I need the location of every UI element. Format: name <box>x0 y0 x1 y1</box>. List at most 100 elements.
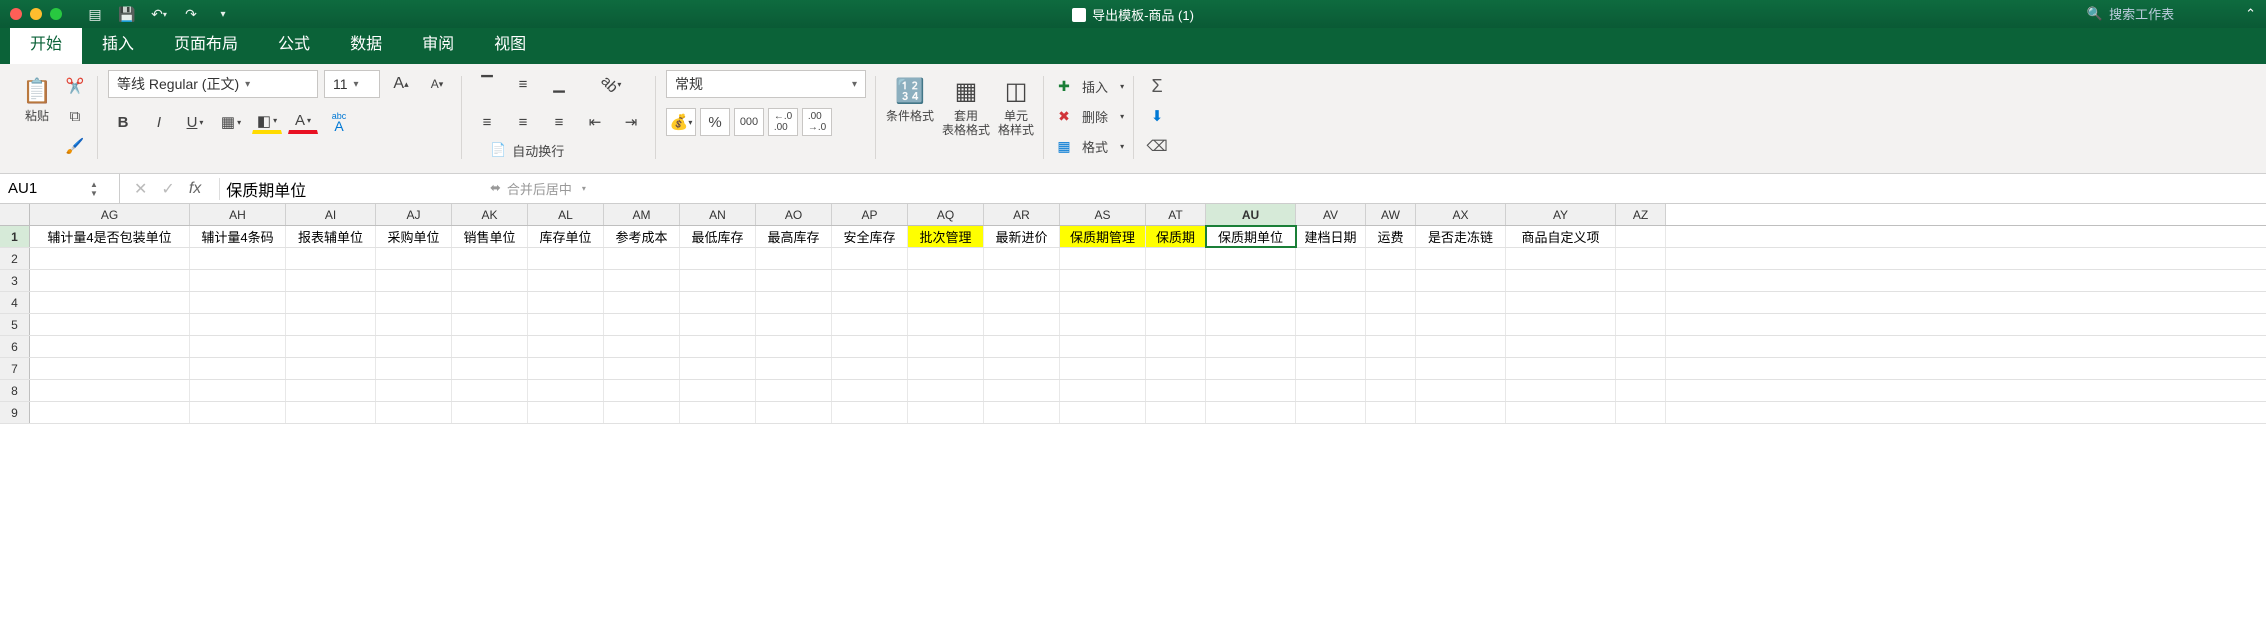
orientation-button[interactable]: ab▾ <box>596 70 626 98</box>
save-icon[interactable]: 💾 <box>118 5 136 23</box>
bold-button[interactable]: B <box>108 108 138 136</box>
cell[interactable]: 最低库存 <box>680 226 756 247</box>
cell[interactable] <box>832 358 908 379</box>
autosum-button[interactable]: Σ <box>1144 74 1170 98</box>
cell[interactable] <box>908 402 984 423</box>
cell[interactable] <box>832 402 908 423</box>
column-header[interactable]: AV <box>1296 204 1366 225</box>
wrap-text-button[interactable]: 📄 自动换行 <box>482 136 572 164</box>
cell[interactable] <box>680 380 756 401</box>
cell[interactable] <box>604 402 680 423</box>
cell[interactable] <box>286 380 376 401</box>
cell[interactable] <box>1416 314 1506 335</box>
comma-format-button[interactable]: 000 <box>734 108 764 136</box>
cell[interactable] <box>1416 358 1506 379</box>
tab-page-layout[interactable]: 页面布局 <box>154 22 258 64</box>
cell[interactable] <box>1206 358 1296 379</box>
cell[interactable]: 最新进价 <box>984 226 1060 247</box>
cell[interactable] <box>1060 248 1146 269</box>
cell[interactable]: 最高库存 <box>756 226 832 247</box>
cell[interactable] <box>832 314 908 335</box>
cell[interactable] <box>30 270 190 291</box>
cell[interactable] <box>452 248 528 269</box>
cell[interactable] <box>190 358 286 379</box>
cell[interactable] <box>528 380 604 401</box>
italic-button[interactable]: I <box>144 108 174 136</box>
fill-button[interactable]: ⬇ <box>1144 104 1170 128</box>
cell[interactable] <box>1416 380 1506 401</box>
undo-icon[interactable]: ↶▾ <box>150 5 168 23</box>
row-header[interactable]: 9 <box>0 402 30 423</box>
cell[interactable] <box>680 314 756 335</box>
cell[interactable] <box>756 292 832 313</box>
select-all-corner[interactable] <box>0 204 30 225</box>
cell[interactable] <box>1366 292 1416 313</box>
cell[interactable] <box>190 336 286 357</box>
cut-button[interactable]: ✂️ <box>62 74 88 98</box>
cell[interactable] <box>376 336 452 357</box>
autosave-icon[interactable]: ▤ <box>86 5 104 23</box>
delete-cells-button[interactable]: ✖ 删除 ▾ <box>1054 104 1124 128</box>
cell[interactable]: 是否走冻链 <box>1416 226 1506 247</box>
cell[interactable] <box>1416 336 1506 357</box>
cell[interactable] <box>1060 314 1146 335</box>
cell[interactable] <box>1146 248 1206 269</box>
cell[interactable] <box>1616 226 1666 247</box>
cell[interactable] <box>908 292 984 313</box>
cell[interactable] <box>376 314 452 335</box>
tab-insert[interactable]: 插入 <box>82 22 154 64</box>
cell[interactable] <box>604 292 680 313</box>
cell[interactable] <box>604 380 680 401</box>
cell[interactable] <box>1296 248 1366 269</box>
cell[interactable] <box>1060 358 1146 379</box>
align-left-button[interactable]: ≡ <box>472 108 502 136</box>
cell[interactable] <box>908 314 984 335</box>
cell[interactable] <box>1296 336 1366 357</box>
cell[interactable] <box>1146 292 1206 313</box>
increase-decimal-button[interactable]: ←.0.00 <box>768 108 798 136</box>
cell[interactable] <box>680 336 756 357</box>
cell[interactable] <box>1296 314 1366 335</box>
cell[interactable] <box>376 270 452 291</box>
column-header[interactable]: AL <box>528 204 604 225</box>
row-header[interactable]: 4 <box>0 292 30 313</box>
cell[interactable] <box>756 270 832 291</box>
cell[interactable] <box>1616 270 1666 291</box>
cell[interactable]: 保质期单位 <box>1206 226 1296 247</box>
cell[interactable] <box>680 248 756 269</box>
cell[interactable] <box>1366 402 1416 423</box>
cell[interactable] <box>528 314 604 335</box>
cell[interactable] <box>984 402 1060 423</box>
row-header[interactable]: 3 <box>0 270 30 291</box>
column-header[interactable]: AH <box>190 204 286 225</box>
align-middle-button[interactable]: ≡ <box>508 70 538 98</box>
cell[interactable] <box>1296 402 1366 423</box>
cell[interactable] <box>1366 358 1416 379</box>
cell[interactable] <box>984 248 1060 269</box>
cell[interactable] <box>1616 314 1666 335</box>
cell[interactable] <box>908 270 984 291</box>
cell[interactable]: 保质期 <box>1146 226 1206 247</box>
minimize-window-button[interactable] <box>30 8 42 20</box>
cell[interactable] <box>984 358 1060 379</box>
cell[interactable]: 安全库存 <box>832 226 908 247</box>
cell[interactable] <box>528 336 604 357</box>
cell[interactable] <box>452 380 528 401</box>
row-header[interactable]: 8 <box>0 380 30 401</box>
cell[interactable] <box>452 292 528 313</box>
cell[interactable] <box>1146 314 1206 335</box>
tab-view[interactable]: 视图 <box>474 22 546 64</box>
cell[interactable] <box>1416 402 1506 423</box>
cell[interactable] <box>832 248 908 269</box>
zoom-window-button[interactable] <box>50 8 62 20</box>
cell[interactable] <box>190 380 286 401</box>
cell[interactable] <box>30 380 190 401</box>
cell[interactable] <box>1296 358 1366 379</box>
cell[interactable] <box>1616 380 1666 401</box>
copy-button[interactable]: ⧉ <box>62 104 88 128</box>
cell[interactable] <box>30 248 190 269</box>
column-header[interactable]: AW <box>1366 204 1416 225</box>
cell[interactable] <box>1146 380 1206 401</box>
cell[interactable] <box>1296 380 1366 401</box>
cell[interactable] <box>1506 248 1616 269</box>
